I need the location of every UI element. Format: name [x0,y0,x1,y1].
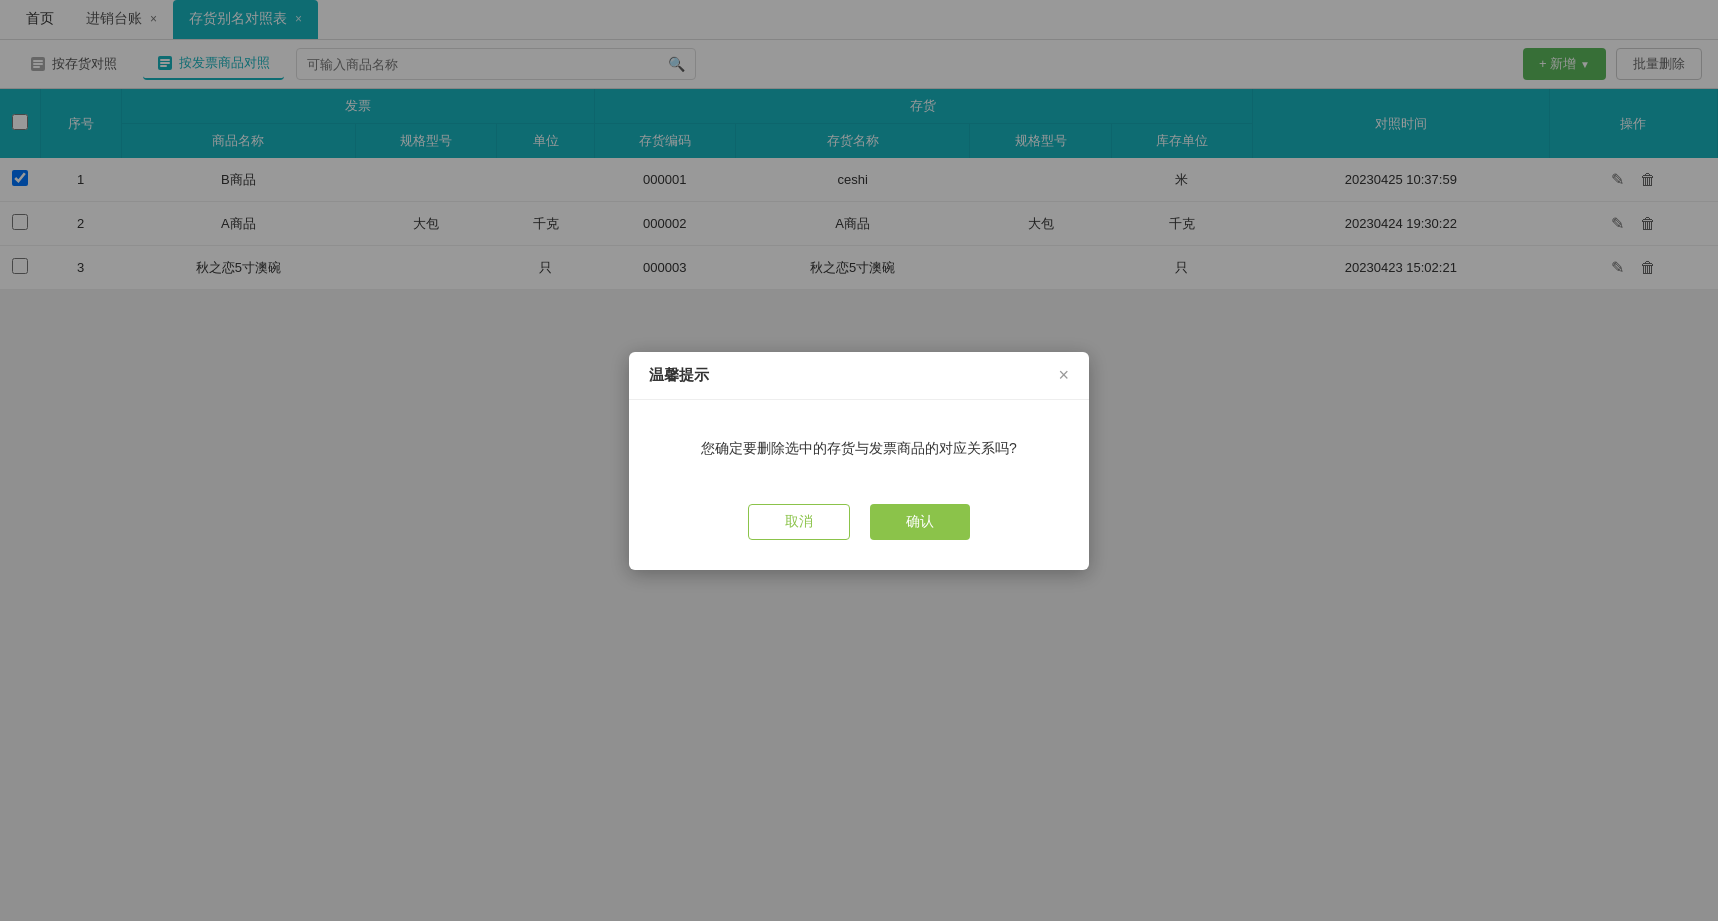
modal-overlay: 温馨提示 × 您确定要删除选中的存货与发票商品的对应关系吗? 取消 确认 [0,0,1718,290]
